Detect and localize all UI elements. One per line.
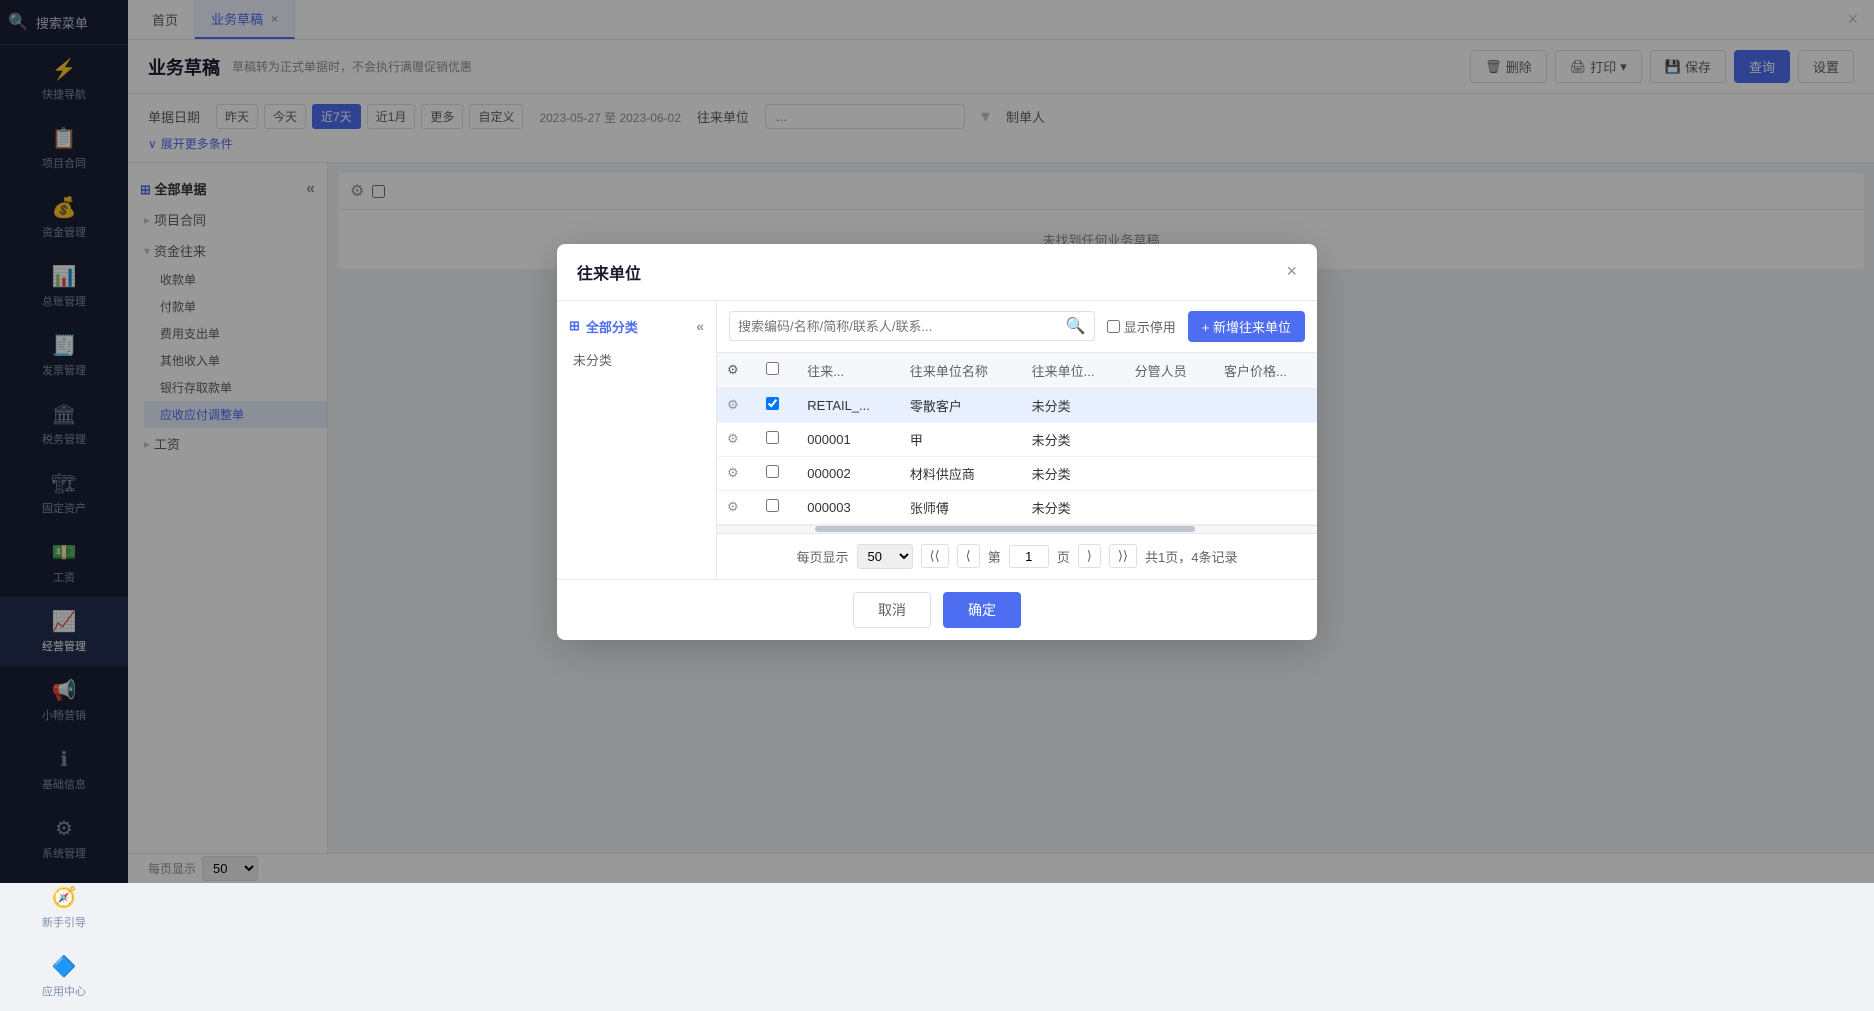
dialog-close-button[interactable]: × bbox=[1286, 261, 1297, 282]
col-settings-icon: ⚙ bbox=[727, 362, 739, 377]
col-price: 客户价格... bbox=[1214, 353, 1317, 389]
row-name: 甲 bbox=[900, 422, 1022, 456]
per-page-select[interactable]: 50 100 bbox=[857, 544, 913, 569]
row-code: 000001 bbox=[797, 422, 900, 456]
row-manager bbox=[1125, 456, 1214, 490]
col-name: 往来单位名称 bbox=[900, 353, 1022, 389]
category-collapse-icon[interactable]: « bbox=[696, 318, 704, 334]
dialog-right: 🔍 显示停用 + 新增往来单位 ⚙ bbox=[717, 301, 1317, 579]
sidebar-item-app[interactable]: 🔷 应用中心 bbox=[0, 942, 128, 1011]
show-disabled-text: 显示停用 bbox=[1124, 317, 1176, 336]
next-page-button[interactable]: ⟩ bbox=[1078, 544, 1101, 568]
row-settings-icon: ⚙ bbox=[727, 431, 739, 446]
confirm-button[interactable]: 确定 bbox=[943, 592, 1021, 628]
row-checkbox[interactable] bbox=[756, 422, 797, 456]
row-settings: ⚙ bbox=[717, 456, 756, 490]
page-suffix-label: 页 bbox=[1057, 547, 1070, 566]
row-checkbox[interactable] bbox=[756, 490, 797, 524]
row-settings: ⚙ bbox=[717, 490, 756, 524]
row-settings-icon: ⚙ bbox=[727, 499, 739, 514]
category-item-uncategorized[interactable]: 未分类 bbox=[557, 344, 716, 375]
row-name: 零散客户 bbox=[900, 388, 1022, 422]
row-select-checkbox[interactable] bbox=[766, 499, 779, 512]
row-select-checkbox[interactable] bbox=[766, 397, 779, 410]
modal-backdrop: 往来单位 × ⊞ 全部分类 « 未分类 🔍 bbox=[0, 0, 1874, 883]
dialog-table-head: ⚙ 往来... 往来单位名称 往来单位... 分管人员 客户价格... bbox=[717, 353, 1317, 389]
dialog-body: ⊞ 全部分类 « 未分类 🔍 显示停用 bbox=[557, 301, 1317, 579]
show-disabled-label[interactable]: 显示停用 bbox=[1107, 317, 1176, 336]
dialog-title: 往来单位 bbox=[577, 260, 641, 284]
col-code: 往来... bbox=[797, 353, 900, 389]
row-price bbox=[1214, 490, 1317, 524]
dialog-table-row[interactable]: ⚙ 000002 材料供应商 未分类 bbox=[717, 456, 1317, 490]
category-header-label: 全部分类 bbox=[586, 317, 638, 336]
dialog-search-input-wrapper[interactable]: 🔍 bbox=[729, 311, 1095, 341]
row-manager bbox=[1125, 422, 1214, 456]
dialog-table-body: ⚙ RETAIL_... 零散客户 未分类 ⚙ 000001 甲 未分类 ⚙ 0… bbox=[717, 388, 1317, 524]
sidebar-label-guide: 新手引导 bbox=[42, 914, 86, 930]
row-name: 张师傅 bbox=[900, 490, 1022, 524]
dialog-table-container: ⚙ 往来... 往来单位名称 往来单位... 分管人员 客户价格... ⚙ RE… bbox=[717, 353, 1317, 525]
dialog-scrollbar[interactable] bbox=[717, 525, 1317, 533]
first-page-button[interactable]: ⟨⟨ bbox=[921, 544, 949, 568]
sidebar-label-app: 应用中心 bbox=[42, 983, 86, 999]
dialog-table-row[interactable]: ⚙ 000001 甲 未分类 bbox=[717, 422, 1317, 456]
col-settings: ⚙ bbox=[717, 353, 756, 389]
current-page-input[interactable] bbox=[1009, 545, 1049, 568]
last-page-button[interactable]: ⟩⟩ bbox=[1109, 544, 1137, 568]
per-page-label: 每页显示 bbox=[797, 547, 849, 566]
app-icon: 🔷 bbox=[52, 954, 77, 979]
row-price bbox=[1214, 456, 1317, 490]
row-settings: ⚙ bbox=[717, 422, 756, 456]
dialog-footer: 取消 确定 bbox=[557, 579, 1317, 640]
dialog-pagination: 每页显示 50 100 ⟨⟨ ⟨ 第 页 ⟩ ⟩⟩ 共1页，4条记录 bbox=[717, 533, 1317, 579]
dialog-table: ⚙ 往来... 往来单位名称 往来单位... 分管人员 客户价格... ⚙ RE… bbox=[717, 353, 1317, 525]
row-settings: ⚙ bbox=[717, 388, 756, 422]
row-code: 000003 bbox=[797, 490, 900, 524]
company-dialog: 往来单位 × ⊞ 全部分类 « 未分类 🔍 bbox=[557, 244, 1317, 640]
prev-page-button[interactable]: ⟨ bbox=[957, 544, 980, 568]
dialog-search-field[interactable] bbox=[738, 319, 1060, 334]
page-prefix-label: 第 bbox=[988, 547, 1001, 566]
dialog-select-all[interactable] bbox=[766, 362, 779, 375]
dialog-categories: ⊞ 全部分类 « 未分类 bbox=[557, 301, 717, 579]
col-checkbox bbox=[756, 353, 797, 389]
row-settings-icon: ⚙ bbox=[727, 397, 739, 412]
dialog-search-bar: 🔍 显示停用 + 新增往来单位 bbox=[717, 301, 1317, 353]
row-code: RETAIL_... bbox=[797, 388, 900, 422]
row-category: 未分类 bbox=[1022, 490, 1125, 524]
row-checkbox[interactable] bbox=[756, 388, 797, 422]
dialog-table-row[interactable]: ⚙ 000003 张师傅 未分类 bbox=[717, 490, 1317, 524]
row-price bbox=[1214, 388, 1317, 422]
row-price bbox=[1214, 422, 1317, 456]
show-disabled-checkbox[interactable] bbox=[1107, 320, 1120, 333]
new-company-button[interactable]: + 新增往来单位 bbox=[1188, 311, 1305, 342]
row-category: 未分类 bbox=[1022, 388, 1125, 422]
dialog-table-header-row: ⚙ 往来... 往来单位名称 往来单位... 分管人员 客户价格... bbox=[717, 353, 1317, 389]
dialog-category-header[interactable]: ⊞ 全部分类 « bbox=[557, 309, 716, 344]
row-manager bbox=[1125, 490, 1214, 524]
row-manager bbox=[1125, 388, 1214, 422]
sidebar-item-guide[interactable]: 🧭 新手引导 bbox=[0, 873, 128, 942]
row-settings-icon: ⚙ bbox=[727, 465, 739, 480]
dialog-scrollbar-thumb bbox=[815, 526, 1195, 532]
row-select-checkbox[interactable] bbox=[766, 431, 779, 444]
row-code: 000002 bbox=[797, 456, 900, 490]
row-select-checkbox[interactable] bbox=[766, 465, 779, 478]
total-records-text: 共1页，4条记录 bbox=[1145, 547, 1237, 566]
cancel-button[interactable]: 取消 bbox=[853, 592, 931, 628]
dialog-search-icon: 🔍 bbox=[1066, 316, 1086, 336]
row-category: 未分类 bbox=[1022, 422, 1125, 456]
col-manager: 分管人员 bbox=[1125, 353, 1214, 389]
category-grid-icon: ⊞ bbox=[569, 318, 580, 334]
dialog-header: 往来单位 × bbox=[557, 244, 1317, 301]
row-name: 材料供应商 bbox=[900, 456, 1022, 490]
guide-icon: 🧭 bbox=[52, 885, 77, 910]
row-checkbox[interactable] bbox=[756, 456, 797, 490]
row-category: 未分类 bbox=[1022, 456, 1125, 490]
dialog-table-row[interactable]: ⚙ RETAIL_... 零散客户 未分类 bbox=[717, 388, 1317, 422]
col-category: 往来单位... bbox=[1022, 353, 1125, 389]
